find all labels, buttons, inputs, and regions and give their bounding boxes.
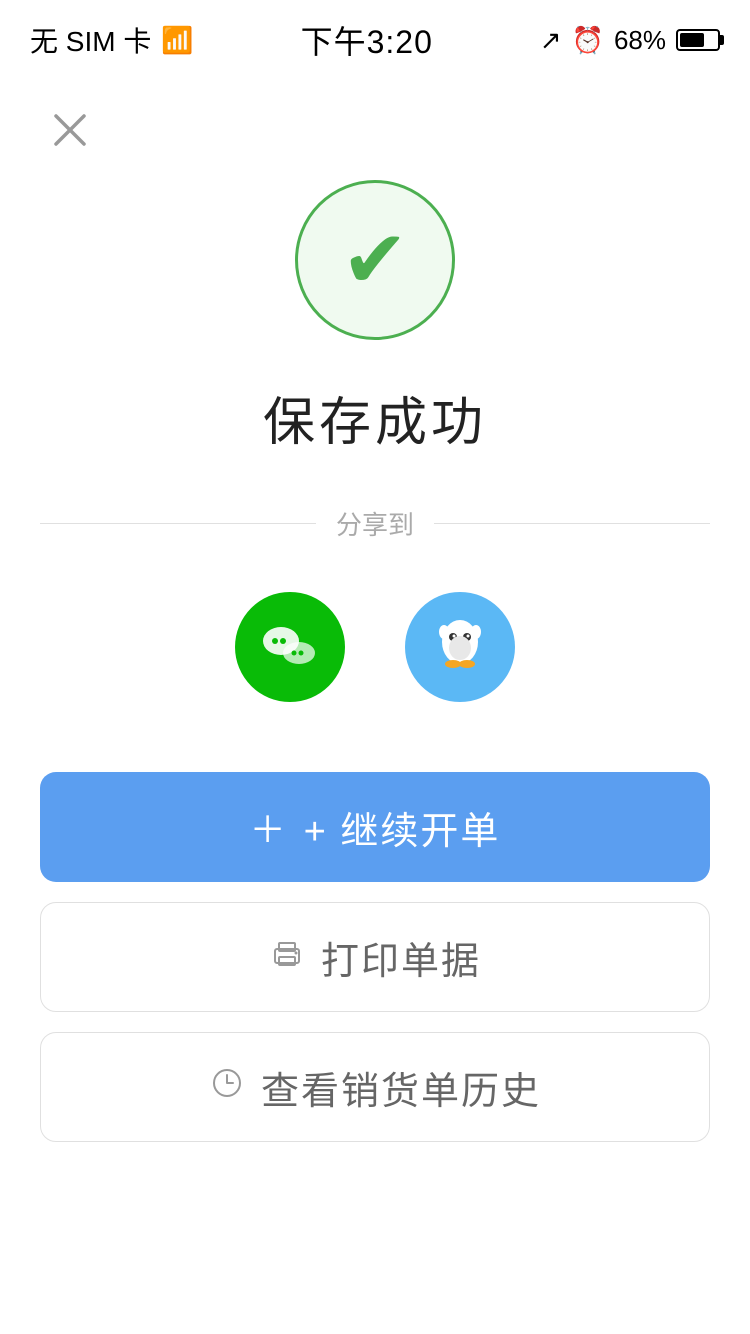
wechat-icon [257,619,323,675]
success-circle: ✔ [295,180,455,340]
divider-line-right [434,523,710,524]
battery-fill [680,33,704,47]
close-icon [52,112,88,148]
history-icon [209,1065,245,1110]
success-title: 保存成功 [263,380,487,455]
qq-icon [425,612,495,682]
alarm-icon: ⏰ [572,25,604,56]
divider-line-left [40,523,316,524]
history-label: 查看销货单历史 [261,1060,541,1115]
status-time: 下午3:20 [301,17,433,63]
printer-icon [269,935,305,980]
main-content: ✔ 保存成功 分享到 [0,80,750,1182]
plus-icon: ＋ [250,801,288,853]
share-qq-button[interactable] [405,592,515,702]
share-label: 分享到 [336,505,414,542]
close-button[interactable] [40,100,100,160]
status-right: ↗ ⏰ 68% [540,25,720,56]
status-left: 无 SIM 卡 📶 [30,20,194,60]
status-bar: 无 SIM 卡 📶 下午3:20 ↗ ⏰ 68% [0,0,750,80]
share-divider: 分享到 [40,505,710,542]
checkmark-icon: ✔ [341,220,408,300]
share-icons [235,592,515,702]
battery-percent: 68% [614,25,666,56]
continue-order-button[interactable]: ＋ + 继续开单 [40,772,710,882]
print-button[interactable]: 打印单据 [40,902,710,1012]
carrier-text: 无 SIM 卡 [30,20,151,60]
wifi-icon: 📶 [161,25,193,56]
continue-order-label: + 继续开单 [304,800,501,855]
print-label: 打印单据 [321,930,481,985]
battery-icon [676,29,720,51]
share-wechat-button[interactable] [235,592,345,702]
action-buttons: ＋ + 继续开单 打印单据 查看销货单历史 [40,772,710,1142]
history-button[interactable]: 查看销货单历史 [40,1032,710,1142]
location-icon: ↗ [540,25,562,56]
